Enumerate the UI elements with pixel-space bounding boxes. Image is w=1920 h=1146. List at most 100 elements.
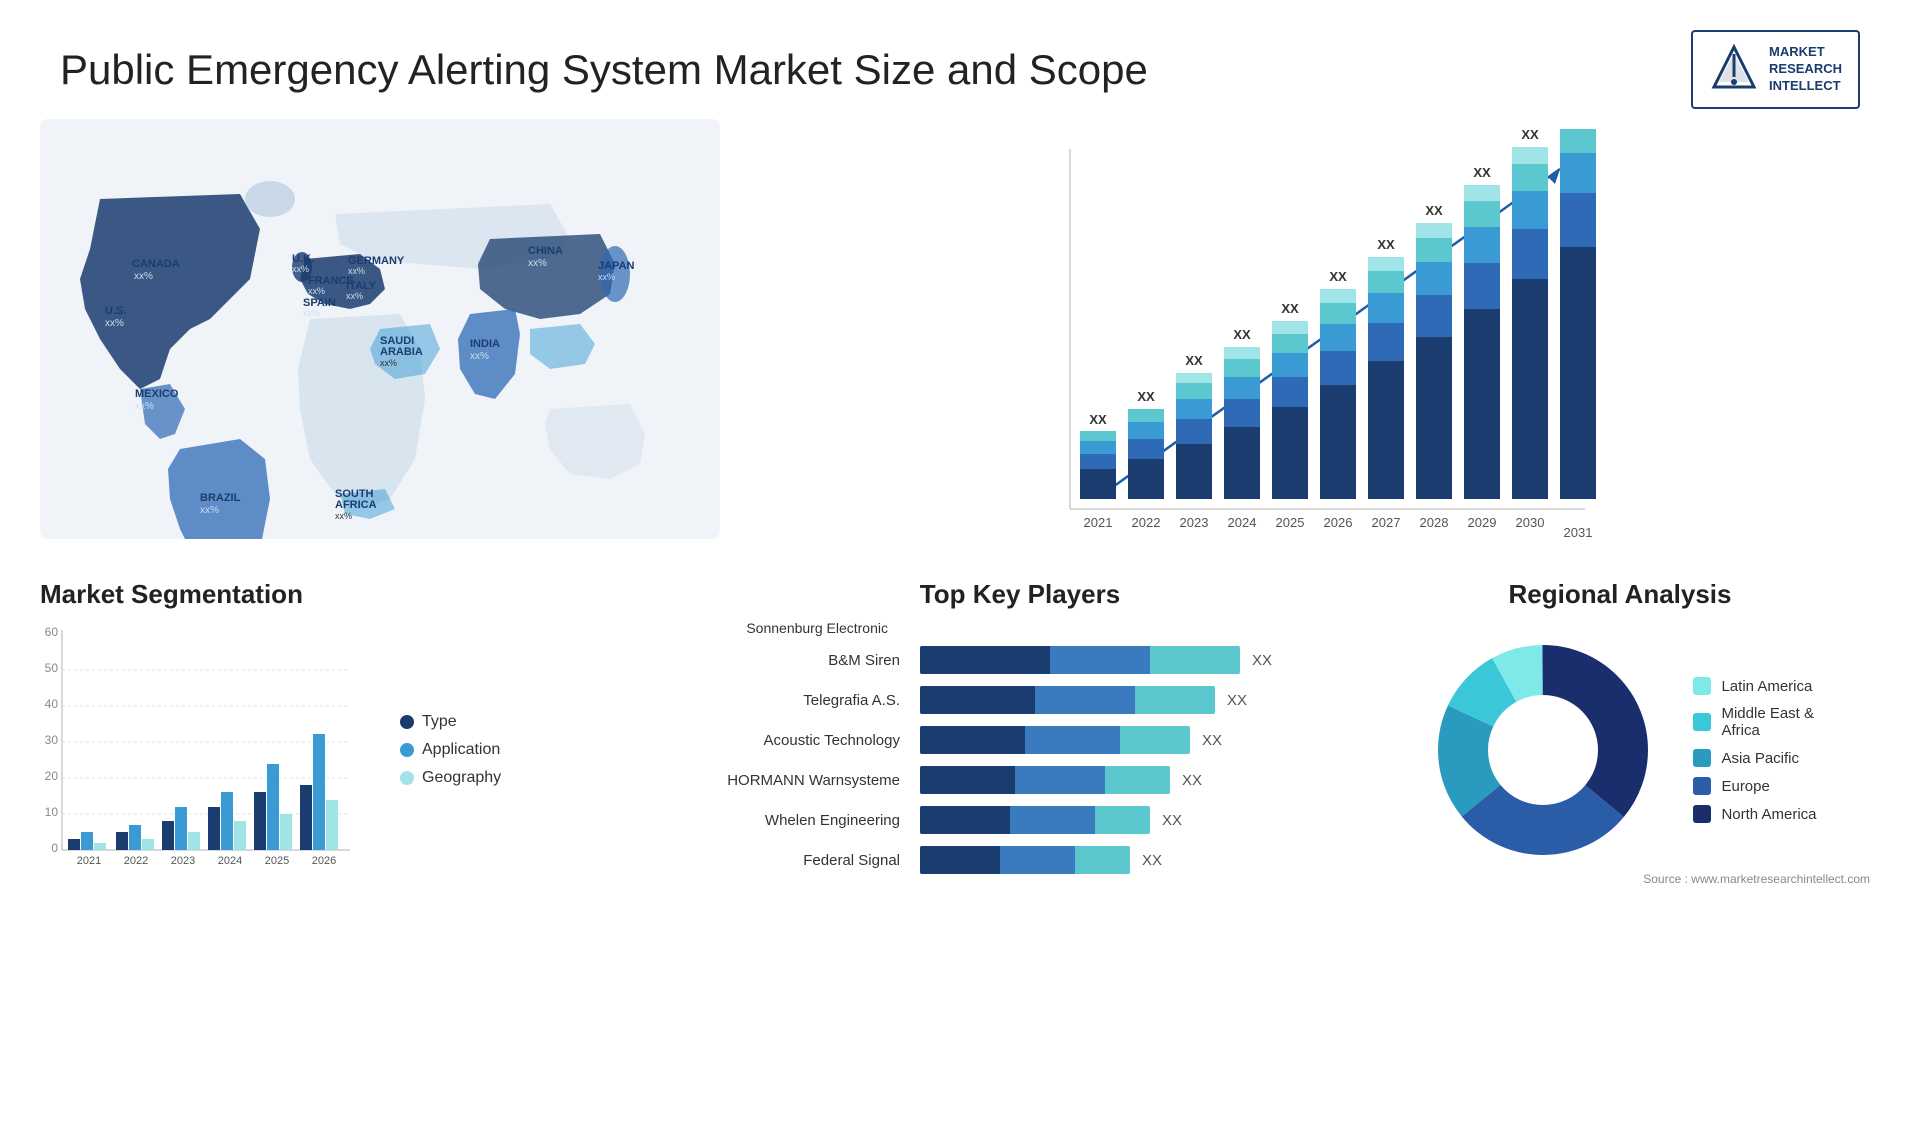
- donut-container: Latin America Middle East &Africa Asia P…: [1423, 630, 1816, 870]
- legend-type-color: [400, 715, 414, 729]
- legend-asia-pacific: Asia Pacific: [1693, 749, 1816, 767]
- svg-text:xx%: xx%: [200, 505, 219, 516]
- svg-text:U.S.: U.S.: [105, 305, 126, 317]
- player-row-federal: Federal Signal XX: [710, 846, 1330, 874]
- bar-mid-hor: [1015, 766, 1105, 794]
- svg-text:XX: XX: [1233, 327, 1251, 342]
- svg-text:XX: XX: [1185, 353, 1203, 368]
- svg-text:XX: XX: [1425, 203, 1443, 218]
- svg-text:CHINA: CHINA: [528, 245, 563, 257]
- svg-text:50: 50: [45, 661, 59, 675]
- bar-light-whe: [1095, 806, 1150, 834]
- growth-chart: XX 2021 XX 2022 XX 2023: [740, 119, 1880, 604]
- svg-text:XX: XX: [1377, 237, 1395, 252]
- player-val-whelen: XX: [1162, 812, 1182, 829]
- svg-text:XX: XX: [1089, 412, 1107, 427]
- legend-geography: Geography: [400, 769, 501, 787]
- bar-mid-bm: [1050, 646, 1150, 674]
- svg-text:2026: 2026: [1324, 515, 1353, 530]
- svg-text:2025: 2025: [265, 855, 289, 867]
- svg-text:2024: 2024: [218, 855, 242, 867]
- svg-text:xx%: xx%: [380, 358, 397, 368]
- legend-type: Type: [400, 713, 501, 731]
- svg-text:CANADA: CANADA: [132, 258, 180, 270]
- asia-pacific-label: Asia Pacific: [1721, 750, 1799, 767]
- player-row-bm: B&M Siren XX: [710, 646, 1330, 674]
- bar-dark-tel: [920, 686, 1035, 714]
- svg-text:40: 40: [45, 697, 59, 711]
- svg-text:BRAZIL: BRAZIL: [200, 492, 241, 504]
- svg-text:2029: 2029: [1468, 515, 1497, 530]
- europe-label: Europe: [1721, 778, 1769, 795]
- regional-section: Regional Analysis: [1360, 579, 1880, 888]
- legend-middle-east: Middle East &Africa: [1693, 705, 1816, 739]
- player-name-bm: B&M Siren: [710, 652, 910, 669]
- bar-mid-tel: [1035, 686, 1135, 714]
- player-val-acoustic: XX: [1202, 732, 1222, 749]
- legend-geography-label: Geography: [422, 769, 501, 787]
- legend-application-color: [400, 743, 414, 757]
- legend-europe: Europe: [1693, 777, 1816, 795]
- logo-icon: [1709, 42, 1759, 97]
- segmentation-legend: Type Application Geography: [390, 620, 501, 880]
- svg-text:2031: 2031: [1564, 525, 1593, 540]
- player-bar-bm: XX: [920, 646, 1330, 674]
- svg-text:xx%: xx%: [470, 351, 489, 362]
- bar-dark-ac: [920, 726, 1025, 754]
- svg-text:XX: XX: [1473, 165, 1491, 180]
- player-bar-telegrafia: XX: [920, 686, 1330, 714]
- bar-light-ac: [1120, 726, 1190, 754]
- player-name-federal: Federal Signal: [710, 852, 910, 869]
- legend-north-america: North America: [1693, 805, 1816, 823]
- player-val-telegrafia: XX: [1227, 692, 1247, 709]
- bar-dark-whe: [920, 806, 1010, 834]
- player-row-whelen: Whelen Engineering XX: [710, 806, 1330, 834]
- svg-text:xx%: xx%: [134, 271, 153, 282]
- svg-text:XX: XX: [1329, 269, 1347, 284]
- svg-text:2022: 2022: [124, 855, 148, 867]
- svg-text:2023: 2023: [1180, 515, 1209, 530]
- middle-east-label: Middle East &Africa: [1721, 705, 1814, 739]
- latin-america-color: [1693, 677, 1711, 695]
- player-sonnenburg: Sonnenburg Electronic: [710, 620, 900, 636]
- player-row-telegrafia: Telegrafia A.S. XX: [710, 686, 1330, 714]
- bar-light-fed: [1075, 846, 1130, 874]
- bar-light-bm: [1150, 646, 1240, 674]
- north-america-label: North America: [1721, 806, 1816, 823]
- page-title: Public Emergency Alerting System Market …: [60, 46, 1148, 94]
- legend-latin-america: Latin America: [1693, 677, 1816, 695]
- player-name-whelen: Whelen Engineering: [710, 812, 910, 829]
- key-players-section: Top Key Players Sonnenburg Electronic B&…: [700, 579, 1340, 888]
- svg-text:10: 10: [45, 805, 59, 819]
- svg-text:xx%: xx%: [335, 511, 352, 521]
- source-text: Source : www.marketresearchintellect.com: [1643, 872, 1870, 886]
- svg-text:2021: 2021: [77, 855, 101, 867]
- middle-east-color: [1693, 713, 1711, 731]
- player-row-hormann: HORMANN Warnsysteme XX: [710, 766, 1330, 794]
- svg-text:60: 60: [45, 625, 59, 639]
- svg-text:xx%: xx%: [105, 318, 124, 329]
- bar-light-hor: [1105, 766, 1170, 794]
- svg-text:JAPAN: JAPAN: [598, 260, 635, 272]
- player-val-federal: XX: [1142, 852, 1162, 869]
- bar-dark-fed: [920, 846, 1000, 874]
- svg-text:2022: 2022: [1132, 515, 1161, 530]
- bar-light-tel: [1135, 686, 1215, 714]
- svg-text:XX: XX: [1521, 129, 1539, 142]
- svg-text:XX: XX: [1137, 389, 1155, 404]
- svg-text:2021: 2021: [1084, 515, 1113, 530]
- legend-application-label: Application: [422, 741, 500, 759]
- player-bar-acoustic: XX: [920, 726, 1330, 754]
- logo-text: MARKET RESEARCH INTELLECT: [1769, 44, 1842, 95]
- player-bar-federal: XX: [920, 846, 1330, 874]
- svg-text:XX: XX: [1281, 301, 1299, 316]
- segmentation-section: Market Segmentation 0 10 20 30 40 50 60: [40, 579, 680, 888]
- latin-america-label: Latin America: [1721, 678, 1812, 695]
- player-name-acoustic: Acoustic Technology: [710, 732, 910, 749]
- bar-mid-ac: [1025, 726, 1120, 754]
- svg-text:2027: 2027: [1372, 515, 1401, 530]
- svg-text:0: 0: [51, 841, 58, 855]
- svg-text:xx%: xx%: [292, 264, 309, 274]
- legend-geography-color: [400, 771, 414, 785]
- svg-text:2026: 2026: [312, 855, 336, 867]
